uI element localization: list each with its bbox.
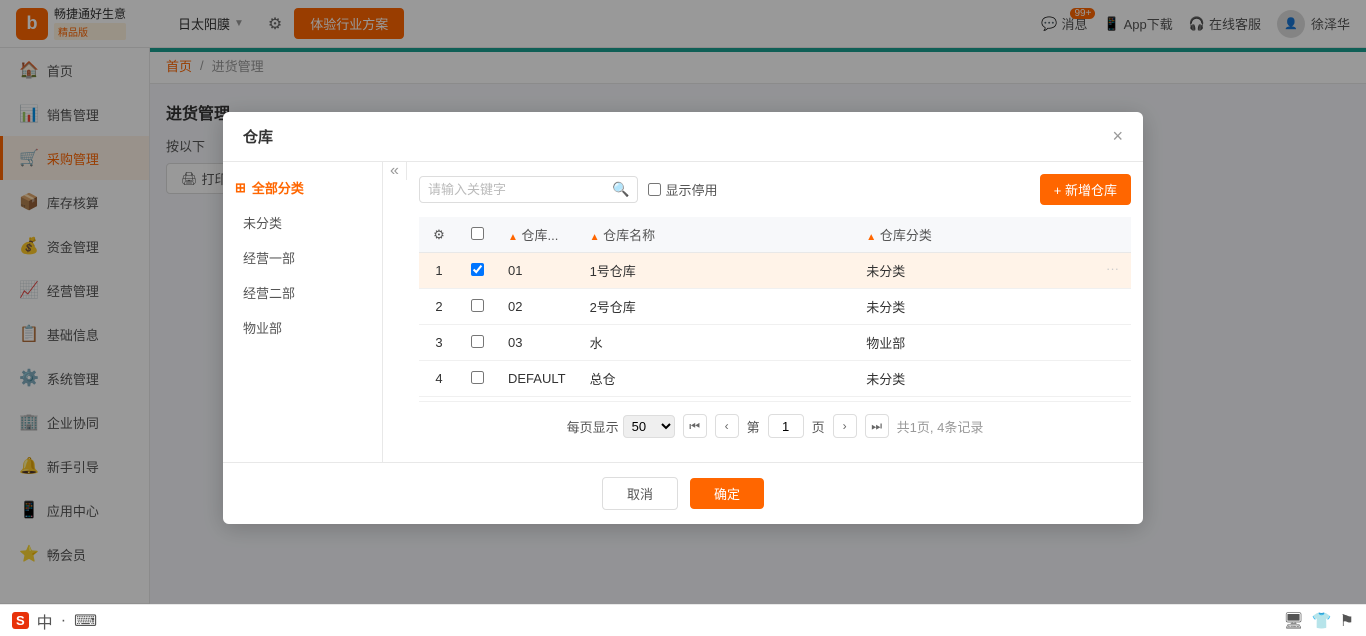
collapse-panel-button[interactable]: « [383, 162, 407, 180]
col-settings: ⚙ [419, 217, 459, 253]
all-categories-label: 全部分类 [252, 178, 304, 197]
dialog-title: 仓库 [243, 126, 273, 147]
page-label: 第 [747, 417, 760, 436]
row-category: 物业部 [854, 325, 1131, 361]
prev-page-icon: ‹ [725, 419, 729, 433]
cancel-button[interactable]: 取消 [602, 477, 678, 510]
last-page-button[interactable]: ⏭ [865, 414, 889, 438]
row-no: 4 [419, 361, 459, 397]
bottom-right: 🖥 👕 ⚑ [1283, 611, 1354, 631]
search-input-wrap: 🔍 [419, 176, 638, 203]
all-categories-item[interactable]: ⊞ 全部分类 [223, 170, 382, 205]
table-header-row: ⚙ ▲ 仓库... ▲ [419, 217, 1131, 253]
row-code: 01 [496, 253, 578, 289]
per-page-select[interactable]: 50 10 20 100 [623, 415, 675, 438]
pagination-bar: 每页显示 50 10 20 100 ⏮ ‹ 第 [419, 401, 1131, 450]
s-logo: S [12, 612, 29, 629]
warehouse-dialog: 仓库 × ⊞ 全部分类 未分类 经营一部 经营二部 [223, 112, 1143, 524]
per-page-label: 每页显示 [567, 417, 619, 436]
col-settings-icon: ⚙ [433, 227, 445, 242]
row-checkbox[interactable] [471, 335, 484, 348]
category-item-unclassified[interactable]: 未分类 [223, 205, 382, 240]
row-code: 03 [496, 325, 578, 361]
collapse-icon: « [390, 162, 399, 180]
shirt-icon[interactable]: 👕 [1312, 611, 1332, 631]
per-page-select-wrap: 每页显示 50 10 20 100 [567, 415, 675, 438]
row-name: 2号仓库 [578, 289, 855, 325]
next-page-icon: › [843, 419, 847, 433]
sort-icon-code: ▲ [508, 232, 518, 243]
row-checkbox[interactable] [471, 371, 484, 384]
row-no: 3 [419, 325, 459, 361]
col-name: ▲ 仓库名称 [578, 217, 855, 253]
row-category: 未分类··· [854, 253, 1131, 289]
warehouse-table: ⚙ ▲ 仓库... ▲ [419, 217, 1131, 397]
bottom-bar: S 中 · ⌨ 🖥 👕 ⚑ [0, 604, 1366, 636]
dot-icon: · [61, 612, 66, 630]
modal-overlay[interactable]: 仓库 × ⊞ 全部分类 未分类 经营一部 经营二部 [0, 0, 1366, 636]
row-code: 02 [496, 289, 578, 325]
confirm-button[interactable]: 确定 [690, 478, 764, 509]
row-dots: ··· [1106, 261, 1119, 276]
col-category: ▲ 仓库分类 [854, 217, 1131, 253]
row-checkbox-cell [459, 253, 496, 289]
category-item-property[interactable]: 物业部 [223, 310, 382, 345]
first-page-icon: ⏮ [689, 419, 700, 434]
col-checkbox [459, 217, 496, 253]
row-code: DEFAULT [496, 361, 578, 397]
row-name: 总仓 [578, 361, 855, 397]
row-category: 未分类 [854, 361, 1131, 397]
dialog-body: ⊞ 全部分类 未分类 经营一部 经营二部 物业部 « [223, 162, 1143, 462]
zh-icon[interactable]: 中 [37, 609, 53, 633]
table-row[interactable]: 2 02 2号仓库 未分类 [419, 289, 1131, 325]
category-item-ops2[interactable]: 经营二部 [223, 275, 382, 310]
last-page-icon: ⏭ [871, 419, 882, 434]
sort-icon-category: ▲ [866, 232, 876, 243]
keyboard-icon[interactable]: ⌨ [74, 611, 97, 631]
search-icon[interactable]: 🔍 [612, 181, 629, 198]
row-checkbox-cell [459, 361, 496, 397]
dialog-footer: 取消 确定 [223, 462, 1143, 524]
show-disabled-checkbox[interactable] [648, 183, 661, 196]
right-content-panel: 🔍 显示停用 + 新增仓库 ⚙ [407, 162, 1143, 462]
row-checkbox[interactable] [471, 299, 484, 312]
col-code: ▲ 仓库... [496, 217, 578, 253]
row-name: 水 [578, 325, 855, 361]
dialog-search-bar: 🔍 显示停用 + 新增仓库 [419, 174, 1131, 205]
table-row[interactable]: 1 01 1号仓库 未分类··· [419, 253, 1131, 289]
warehouse-table-wrap: ⚙ ▲ 仓库... ▲ [419, 217, 1131, 397]
row-category: 未分类 [854, 289, 1131, 325]
table-row[interactable]: 4 DEFAULT 总仓 未分类 [419, 361, 1131, 397]
add-warehouse-button[interactable]: + 新增仓库 [1040, 174, 1131, 205]
category-item-ops1[interactable]: 经营一部 [223, 240, 382, 275]
prev-page-button[interactable]: ‹ [715, 414, 739, 438]
search-input[interactable] [428, 182, 608, 197]
category-panel: ⊞ 全部分类 未分类 经营一部 经营二部 物业部 [223, 162, 383, 462]
row-no: 1 [419, 253, 459, 289]
all-categories-icon: ⊞ [235, 180, 246, 196]
page-number-input[interactable] [768, 414, 804, 438]
sort-icon-name: ▲ [590, 232, 600, 243]
row-no: 2 [419, 289, 459, 325]
row-name: 1号仓库 [578, 253, 855, 289]
select-all-checkbox[interactable] [471, 227, 484, 240]
show-disabled-checkbox-wrap: 显示停用 [648, 180, 717, 199]
table-row[interactable]: 3 03 水 物业部 [419, 325, 1131, 361]
row-checkbox[interactable] [471, 263, 484, 276]
row-checkbox-cell [459, 289, 496, 325]
first-page-button[interactable]: ⏮ [683, 414, 707, 438]
page-unit: 页 [812, 417, 825, 436]
row-checkbox-cell [459, 325, 496, 361]
monitor-icon[interactable]: 🖥 [1283, 611, 1303, 631]
flag-icon[interactable]: ⚑ [1340, 611, 1354, 631]
next-page-button[interactable]: › [833, 414, 857, 438]
dialog-close-button[interactable]: × [1112, 126, 1123, 147]
show-disabled-label: 显示停用 [665, 180, 717, 199]
total-info: 共1页, 4条记录 [897, 417, 984, 436]
bottom-left: S 中 · ⌨ [12, 609, 97, 633]
dialog-header: 仓库 × [223, 112, 1143, 162]
